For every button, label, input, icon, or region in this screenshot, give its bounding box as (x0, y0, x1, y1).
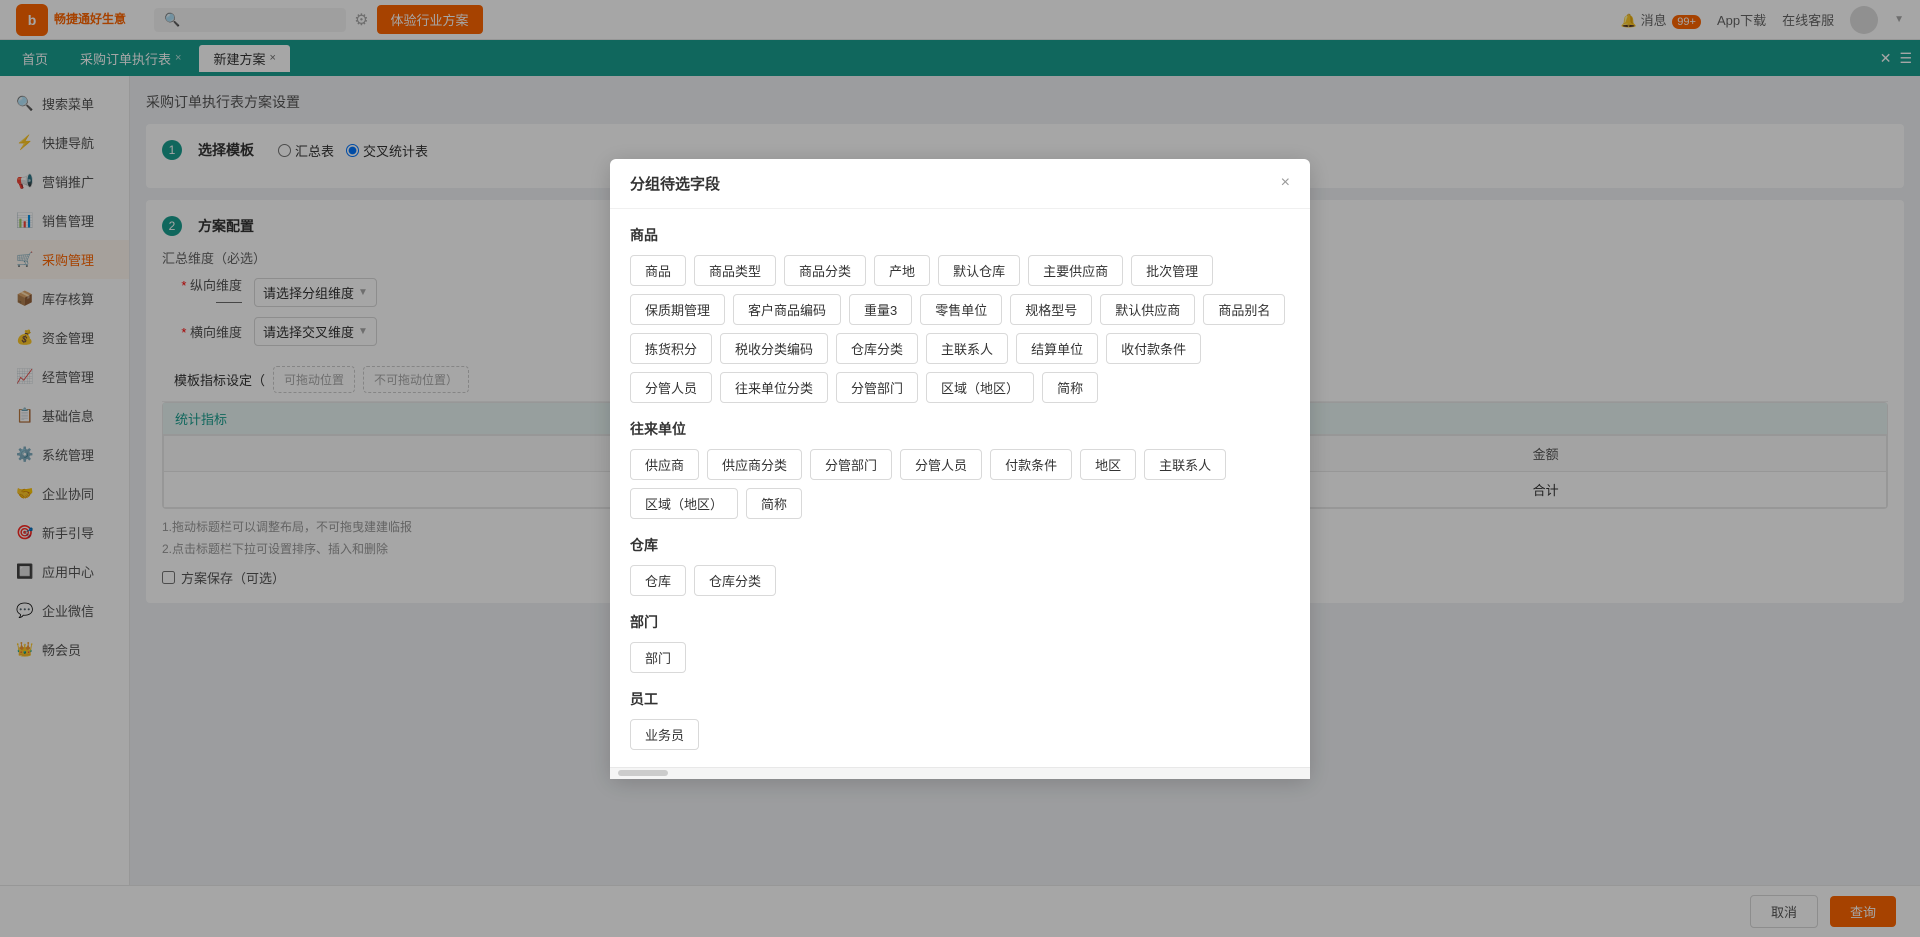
section-department-chips: 部门 (630, 642, 1290, 673)
chip-origin[interactable]: 产地 (874, 255, 930, 286)
chip-area[interactable]: 地区 (1080, 449, 1136, 480)
chip-default-warehouse[interactable]: 默认仓库 (938, 255, 1020, 286)
chip-default-supplier[interactable]: 默认供应商 (1100, 294, 1195, 325)
chip-supplier-category[interactable]: 供应商分类 (707, 449, 802, 480)
section-warehouse-title: 仓库 (630, 535, 1290, 555)
section-department-title: 部门 (630, 612, 1290, 632)
chip-warehouse-cat[interactable]: 仓库分类 (694, 565, 776, 596)
modal-overlay: 分组待选字段 × 商品 商品 商品类型 商品分类 产地 默认仓库 主要供应商 批… (0, 0, 1920, 937)
chip-department[interactable]: 部门 (630, 642, 686, 673)
modal-hscroll[interactable] (610, 767, 1310, 779)
modal-close-button[interactable]: × (1281, 174, 1290, 192)
section-warehouse-chips: 仓库 仓库分类 (630, 565, 1290, 596)
chip-goods-type[interactable]: 商品类型 (694, 255, 776, 286)
chip-goods-alias[interactable]: 商品别名 (1203, 294, 1285, 325)
chip-tax-code[interactable]: 税收分类编码 (720, 333, 828, 364)
chip-main-supplier[interactable]: 主要供应商 (1028, 255, 1123, 286)
chip-partner-dept[interactable]: 分管部门 (810, 449, 892, 480)
chip-batch-mgmt[interactable]: 批次管理 (1131, 255, 1213, 286)
section-employee-title: 员工 (630, 689, 1290, 709)
section-goods: 商品 商品 商品类型 商品分类 产地 默认仓库 主要供应商 批次管理 保质期管理… (630, 225, 1290, 403)
chip-supplier[interactable]: 供应商 (630, 449, 699, 480)
section-goods-title: 商品 (630, 225, 1290, 245)
chip-goods[interactable]: 商品 (630, 255, 686, 286)
chip-partner-short-name[interactable]: 简称 (746, 488, 802, 519)
chip-payment-terms[interactable]: 收付款条件 (1106, 333, 1201, 364)
chip-region[interactable]: 区域（地区） (926, 372, 1034, 403)
section-goods-chips: 商品 商品类型 商品分类 产地 默认仓库 主要供应商 批次管理 保质期管理 客户… (630, 255, 1290, 403)
chip-settlement-unit[interactable]: 结算单位 (1016, 333, 1098, 364)
chip-warehouse-category[interactable]: 仓库分类 (836, 333, 918, 364)
chip-transaction-category[interactable]: 往来单位分类 (720, 372, 828, 403)
modal-body: 商品 商品 商品类型 商品分类 产地 默认仓库 主要供应商 批次管理 保质期管理… (610, 209, 1310, 767)
section-warehouse: 仓库 仓库 仓库分类 (630, 535, 1290, 596)
chip-payment-condition[interactable]: 付款条件 (990, 449, 1072, 480)
chip-pick-points[interactable]: 拣货积分 (630, 333, 712, 364)
chip-partner-contact[interactable]: 主联系人 (1144, 449, 1226, 480)
modal-title: 分组待选字段 (630, 173, 720, 194)
chip-goods-category[interactable]: 商品分类 (784, 255, 866, 286)
modal: 分组待选字段 × 商品 商品 商品类型 商品分类 产地 默认仓库 主要供应商 批… (610, 159, 1310, 779)
modal-header: 分组待选字段 × (610, 159, 1310, 209)
section-partner-chips: 供应商 供应商分类 分管部门 分管人员 付款条件 地区 主联系人 区域（地区） … (630, 449, 1290, 519)
chip-manager[interactable]: 分管人员 (630, 372, 712, 403)
chip-retail-unit[interactable]: 零售单位 (920, 294, 1002, 325)
section-partner-title: 往来单位 (630, 419, 1290, 439)
chip-partner-region[interactable]: 区域（地区） (630, 488, 738, 519)
chip-dept-managed[interactable]: 分管部门 (836, 372, 918, 403)
section-employee-chips: 业务员 (630, 719, 1290, 750)
chip-weight3[interactable]: 重量3 (849, 294, 912, 325)
chip-short-name[interactable]: 简称 (1042, 372, 1098, 403)
section-partner: 往来单位 供应商 供应商分类 分管部门 分管人员 付款条件 地区 主联系人 区域… (630, 419, 1290, 519)
section-employee: 员工 业务员 (630, 689, 1290, 750)
chip-partner-manager[interactable]: 分管人员 (900, 449, 982, 480)
chip-spec-model[interactable]: 规格型号 (1010, 294, 1092, 325)
chip-customer-code[interactable]: 客户商品编码 (733, 294, 841, 325)
chip-shelf-life[interactable]: 保质期管理 (630, 294, 725, 325)
chip-warehouse[interactable]: 仓库 (630, 565, 686, 596)
chip-salesperson[interactable]: 业务员 (630, 719, 699, 750)
section-department: 部门 部门 (630, 612, 1290, 673)
chip-main-contact[interactable]: 主联系人 (926, 333, 1008, 364)
